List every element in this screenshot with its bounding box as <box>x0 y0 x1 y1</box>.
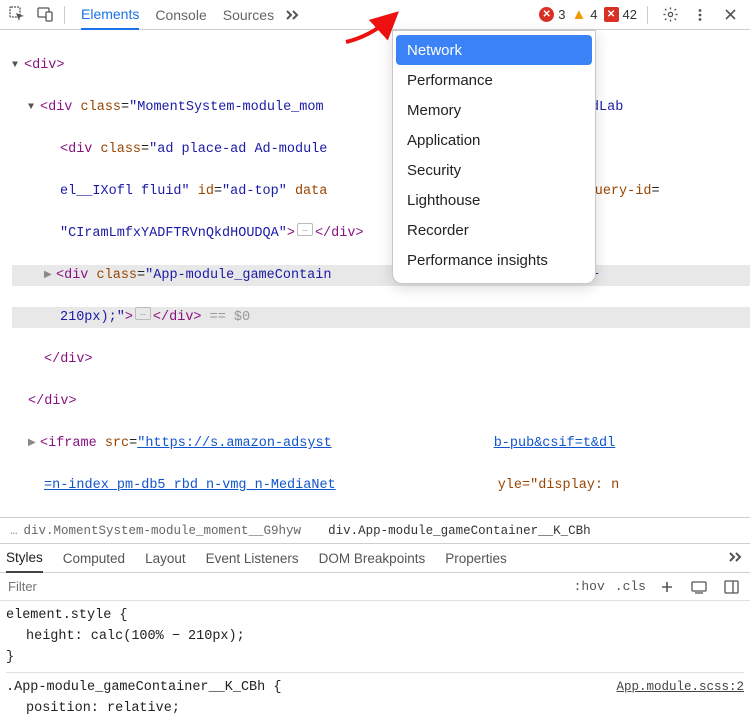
dom-tree[interactable]: ▼<div> ▼<div class="MomentSystem-module_… <box>0 30 750 517</box>
dom-link[interactable]: b-pub&csif=t&dl <box>494 433 616 454</box>
styles-tab-event-listeners[interactable]: Event Listeners <box>206 543 299 573</box>
error-count: 3 <box>558 7 565 22</box>
tab-elements[interactable]: Elements <box>81 0 139 30</box>
warning-triangle-icon: ▲ <box>571 7 586 22</box>
toggle-sidebar-icon[interactable] <box>720 576 742 598</box>
issues-square-icon: ✕ <box>604 7 619 22</box>
warning-badge[interactable]: ▲ 4 <box>571 7 597 22</box>
breadcrumb-item[interactable]: div.App-module_gameContainer__K_CBh <box>328 524 591 538</box>
css-close-brace: } <box>6 647 744 668</box>
toggle-device-icon[interactable] <box>688 576 710 598</box>
styles-tab-styles[interactable]: Styles <box>6 543 43 573</box>
issues-badge[interactable]: ✕ 42 <box>604 7 637 22</box>
styles-tab-dom-breakpoints[interactable]: DOM Breakpoints <box>319 543 426 573</box>
css-source-link[interactable]: App.module.scss:2 <box>616 677 744 698</box>
divider <box>64 6 65 24</box>
dropdown-item-lighthouse[interactable]: Lighthouse <box>393 185 595 215</box>
css-selector[interactable]: element.style { <box>6 605 744 626</box>
dom-link[interactable]: "https://s.amazon-adsyst <box>137 433 331 454</box>
dropdown-item-security[interactable]: Security <box>393 155 595 185</box>
dom-node[interactable]: <iframe <box>40 433 105 454</box>
dropdown-item-application[interactable]: Application <box>393 125 595 155</box>
error-badge[interactable]: ✕ 3 <box>539 7 565 22</box>
dom-node[interactable]: <div <box>60 139 101 160</box>
error-circle-icon: ✕ <box>539 7 554 22</box>
dom-node-selected[interactable]: <div <box>56 265 97 286</box>
dom-node[interactable]: <div <box>40 97 81 118</box>
css-declaration[interactable]: position: relative; <box>6 698 744 719</box>
more-tabs-chevron-icon[interactable] <box>280 2 306 28</box>
styles-tab-properties[interactable]: Properties <box>445 543 507 573</box>
close-devtools-icon[interactable] <box>718 3 742 27</box>
ellipsis-expand-icon[interactable]: … <box>135 307 151 320</box>
dom-node[interactable]: <div> <box>24 55 65 76</box>
styles-filter-input[interactable] <box>8 579 184 594</box>
dropdown-item-memory[interactable]: Memory <box>393 95 595 125</box>
styles-more-chevron-icon[interactable] <box>728 550 744 567</box>
css-declaration[interactable]: height: calc(100% − 210px); <box>6 626 744 647</box>
dom-node[interactable]: </div> <box>28 391 77 412</box>
hov-toggle[interactable]: :hov <box>574 579 605 594</box>
divider <box>6 672 744 673</box>
dropdown-item-recorder[interactable]: Recorder <box>393 215 595 245</box>
dropdown-item-perf-insights[interactable]: Performance insights <box>393 245 595 275</box>
overflow-tabs-dropdown: Network Performance Memory Application S… <box>392 30 596 284</box>
kebab-menu-icon[interactable] <box>688 3 712 27</box>
styles-tabs: Styles Computed Layout Event Listeners D… <box>0 543 750 573</box>
css-rules-panel[interactable]: element.style { height: calc(100% − 210p… <box>0 601 750 723</box>
breadcrumb-item[interactable]: div.MomentSystem-module_moment__G9hyw <box>24 524 302 538</box>
cls-toggle[interactable]: .cls <box>615 579 646 594</box>
device-toggle-icon[interactable] <box>32 2 58 28</box>
dom-breadcrumb[interactable]: … div.MomentSystem-module_moment__G9hyw … <box>0 517 750 543</box>
styles-tab-computed[interactable]: Computed <box>63 543 125 573</box>
dom-link[interactable]: =n-index_pm-db5_rbd_n-vmg_n-MediaNet <box>44 475 336 496</box>
styles-filter-row: :hov .cls <box>0 573 750 601</box>
devtools-toolbar: Elements Console Sources ✕ 3 ▲ 4 ✕ 42 <box>0 0 750 30</box>
new-style-plus-icon[interactable] <box>656 576 678 598</box>
dropdown-item-network[interactable]: Network <box>396 35 592 65</box>
ellipsis-expand-icon[interactable]: … <box>297 223 313 236</box>
dropdown-item-performance[interactable]: Performance <box>393 65 595 95</box>
issues-count: 42 <box>623 7 637 22</box>
breadcrumb-ellipsis[interactable]: … <box>10 524 18 538</box>
settings-gear-icon[interactable] <box>658 3 682 27</box>
dom-node[interactable]: </div> <box>44 349 93 370</box>
warning-count: 4 <box>590 7 597 22</box>
inspect-element-icon[interactable] <box>4 2 30 28</box>
divider <box>647 6 648 24</box>
tab-console[interactable]: Console <box>155 0 206 30</box>
tab-sources[interactable]: Sources <box>223 0 274 30</box>
css-selector[interactable]: .App-module_gameContainer__K_CBh { <box>6 680 281 695</box>
main-tabs: Elements Console Sources <box>81 0 274 30</box>
styles-tab-layout[interactable]: Layout <box>145 543 186 573</box>
toolbar-right: ✕ 3 ▲ 4 ✕ 42 <box>539 3 746 27</box>
